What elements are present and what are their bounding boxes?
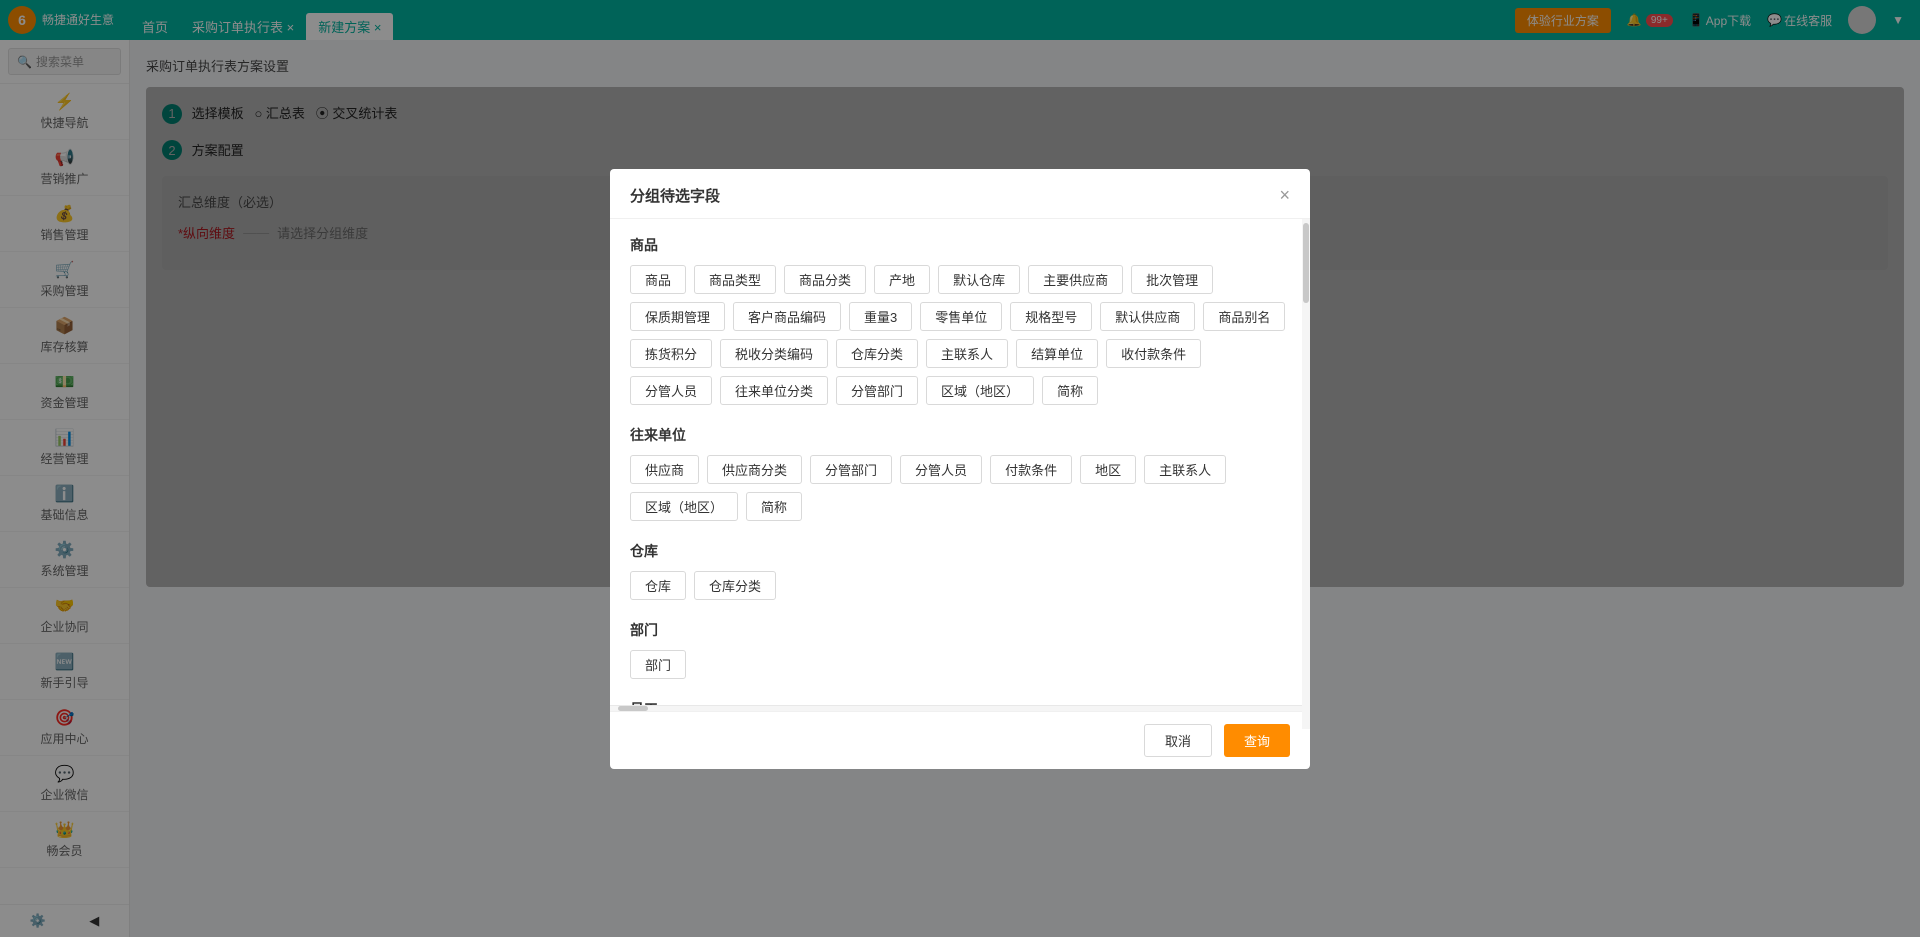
field-short-name-partner[interactable]: 简称: [746, 492, 802, 521]
modal-scroll-thumb[interactable]: [1303, 223, 1309, 303]
field-area-partner[interactable]: 区域（地区）: [630, 492, 738, 521]
field-warehouse-cat[interactable]: 仓库分类: [694, 571, 776, 600]
warehouse-fields: 仓库 仓库分类: [630, 571, 1290, 600]
field-managing-person-partner[interactable]: 分管人员: [900, 455, 982, 484]
modal-overlay: 分组待选字段 × 商品 商品 商品类型 商品分类 产地 默认仓库 主要供应商 批…: [0, 0, 1920, 937]
field-batch-management[interactable]: 批次管理: [1131, 265, 1213, 294]
field-group-partner-title: 往来单位: [630, 425, 1290, 445]
field-region-partner[interactable]: 地区: [1080, 455, 1136, 484]
field-group-warehouse: 仓库 仓库 仓库分类: [630, 541, 1290, 600]
modal-footer: 取消 查询: [610, 711, 1310, 769]
field-dept[interactable]: 部门: [630, 650, 686, 679]
field-supervisor[interactable]: 分管人员: [630, 376, 712, 405]
field-default-supplier[interactable]: 默认供应商: [1100, 302, 1195, 331]
field-supplier-category[interactable]: 供应商分类: [707, 455, 802, 484]
field-partner-category[interactable]: 往来单位分类: [720, 376, 828, 405]
modal-title: 分组待选字段: [630, 185, 720, 206]
field-group-dept: 部门 部门: [630, 620, 1290, 679]
field-payment-terms[interactable]: 付款条件: [990, 455, 1072, 484]
field-warehouse[interactable]: 仓库: [630, 571, 686, 600]
field-goods-type[interactable]: 商品类型: [694, 265, 776, 294]
field-goods[interactable]: 商品: [630, 265, 686, 294]
field-managing-dept[interactable]: 分管部门: [836, 376, 918, 405]
field-payment-conditions[interactable]: 收付款条件: [1106, 339, 1201, 368]
field-group-warehouse-title: 仓库: [630, 541, 1290, 561]
field-group-dept-title: 部门: [630, 620, 1290, 640]
field-goods-category[interactable]: 商品分类: [784, 265, 866, 294]
field-main-supplier[interactable]: 主要供应商: [1028, 265, 1123, 294]
field-main-contact-partner[interactable]: 主联系人: [1144, 455, 1226, 484]
field-settlement-unit[interactable]: 结算单位: [1016, 339, 1098, 368]
goods-fields: 商品 商品类型 商品分类 产地 默认仓库 主要供应商 批次管理 保质期管理 客户…: [630, 265, 1290, 405]
field-pick-points[interactable]: 拣货积分: [630, 339, 712, 368]
field-supplier[interactable]: 供应商: [630, 455, 699, 484]
field-customer-goods-code[interactable]: 客户商品编码: [733, 302, 841, 331]
field-group-goods: 商品 商品 商品类型 商品分类 产地 默认仓库 主要供应商 批次管理 保质期管理…: [630, 235, 1290, 405]
field-group-partner: 往来单位 供应商 供应商分类 分管部门 分管人员 付款条件 地区 主联系人 区域…: [630, 425, 1290, 521]
field-group-goods-title: 商品: [630, 235, 1290, 255]
field-warehouse-category[interactable]: 仓库分类: [836, 339, 918, 368]
field-shelf-life[interactable]: 保质期管理: [630, 302, 725, 331]
field-origin[interactable]: 产地: [874, 265, 930, 294]
field-weight3[interactable]: 重量3: [849, 302, 912, 331]
modal-scroll-track[interactable]: [1302, 219, 1310, 729]
modal-close-button[interactable]: ×: [1279, 185, 1290, 206]
field-default-warehouse[interactable]: 默认仓库: [938, 265, 1020, 294]
cancel-button[interactable]: 取消: [1144, 724, 1212, 757]
modal-body[interactable]: 商品 商品 商品类型 商品分类 产地 默认仓库 主要供应商 批次管理 保质期管理…: [610, 219, 1310, 705]
partner-fields: 供应商 供应商分类 分管部门 分管人员 付款条件 地区 主联系人 区域（地区） …: [630, 455, 1290, 521]
field-short-name-goods[interactable]: 简称: [1042, 376, 1098, 405]
field-main-contact[interactable]: 主联系人: [926, 339, 1008, 368]
field-selection-modal: 分组待选字段 × 商品 商品 商品类型 商品分类 产地 默认仓库 主要供应商 批…: [610, 169, 1310, 769]
field-retail-unit[interactable]: 零售单位: [920, 302, 1002, 331]
field-tax-code[interactable]: 税收分类编码: [720, 339, 828, 368]
field-goods-alias[interactable]: 商品别名: [1203, 302, 1285, 331]
confirm-button[interactable]: 查询: [1224, 724, 1290, 757]
dept-fields: 部门: [630, 650, 1290, 679]
field-spec-model[interactable]: 规格型号: [1010, 302, 1092, 331]
modal-header: 分组待选字段 ×: [610, 169, 1310, 219]
field-managing-dept-partner[interactable]: 分管部门: [810, 455, 892, 484]
field-region-goods[interactable]: 区域（地区）: [926, 376, 1034, 405]
